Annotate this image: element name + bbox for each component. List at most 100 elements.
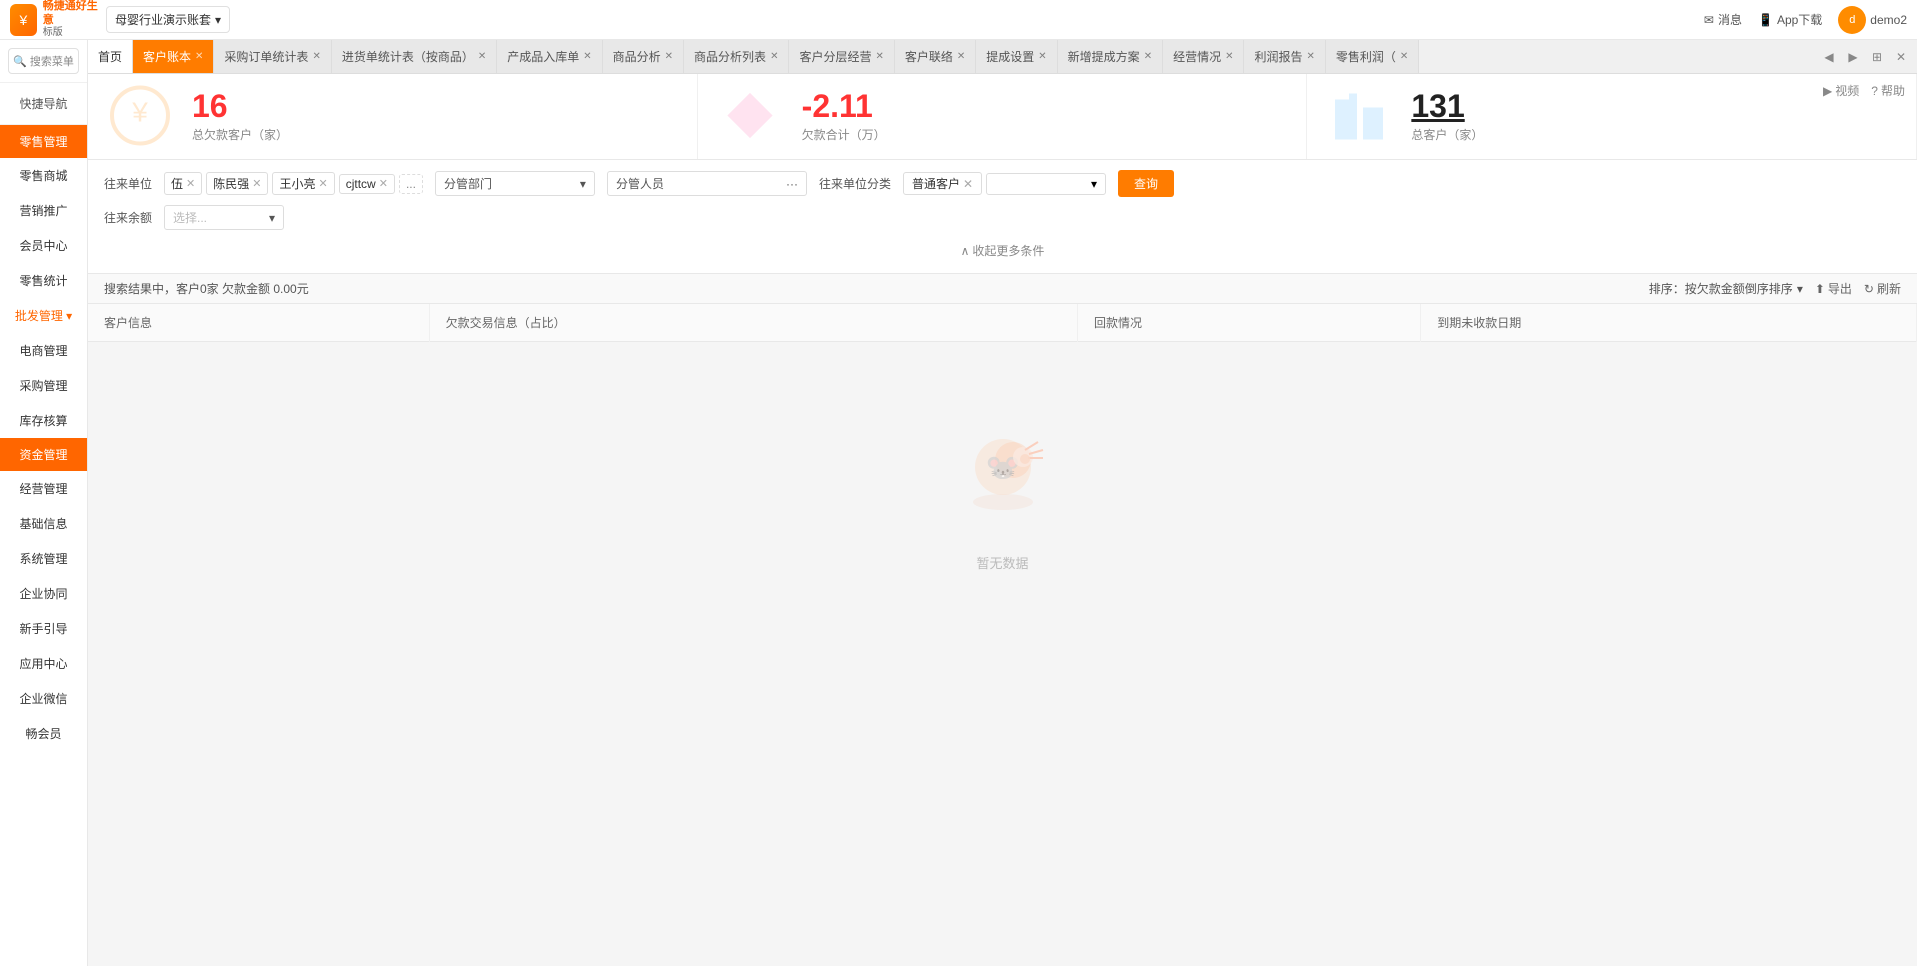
sidebar-item-label: 零售商城 [19,169,67,183]
tab-home-label: 首页 [98,48,122,65]
tab-close-icon[interactable]: ✕ [1038,51,1046,62]
tag-remove-icon[interactable]: ✕ [186,177,195,190]
sidebar-item-label: 企业微信 [19,692,67,706]
search-button[interactable]: 查询 [1118,170,1174,197]
sidebar-item-retail[interactable]: 零售管理 [0,125,87,158]
tab-receivable[interactable]: 客户账本 ✕ [133,40,214,73]
tab-home[interactable]: 首页 [88,40,133,73]
sort-selector[interactable]: 排序：按欠款金额倒序排序 ▾ [1649,280,1803,297]
sidebar-item-operation[interactable]: 经营管理 [4,472,83,505]
download-icon: 📱 [1758,13,1773,27]
tab-cost-in[interactable]: 产成品入库单 ✕ [497,40,602,73]
tab-push-settings[interactable]: 提成设置 ✕ [976,40,1057,73]
collapse-button[interactable]: ∧ 收起更多条件 [953,238,1053,263]
classify-tag-remove-icon[interactable]: ✕ [963,177,973,191]
sidebar-item-basic-info[interactable]: 基础信息 [4,507,83,540]
tab-label: 客户联络 [905,48,953,65]
stat-label-total: 总客户（家） [1411,126,1483,143]
tab-purchase-order[interactable]: 采购订单统计表 ✕ [214,40,331,73]
export-icon: ⬆ [1815,282,1825,296]
top-header: ¥ 畅捷通好生意 标版 母婴行业演示账套 ▾ ✉ 消息 📱 App下载 d de… [0,0,1917,40]
sidebar-item-retail-mall[interactable]: 零售商城 [4,159,83,192]
tab-close-icon[interactable]: ✕ [665,51,673,62]
tab-close-icon[interactable]: ✕ [1144,51,1152,62]
tab-customer-tier[interactable]: 客户分层经营 ✕ [789,40,894,73]
tab-label: 商品分析列表 [694,48,766,65]
tab-retail-profit[interactable]: 零售利润（ ✕ [1326,40,1419,73]
balance-filter-select[interactable]: 选择... ▾ [164,205,284,230]
tab-product-analysis-list[interactable]: 商品分析列表 ✕ [684,40,789,73]
sidebar-item-quick-nav[interactable]: 快捷导航 [0,89,87,118]
tab-close-icon[interactable]: ✕ [875,51,883,62]
tab-next-button[interactable]: ▶ [1843,47,1863,67]
user-menu[interactable]: d demo2 [1838,6,1907,34]
sidebar-item-system[interactable]: 系统管理 [4,542,83,575]
tab-new-push[interactable]: 新增提成方案 ✕ [1058,40,1163,73]
sidebar-item-marketing[interactable]: 营销推广 [4,194,83,227]
refresh-button[interactable]: ↻ 刷新 [1864,280,1901,297]
unit-tag-chen: 陈民强 ✕ [206,172,268,195]
balance-filter-label: 往来余额 [104,209,152,226]
tab-close-icon[interactable]: ✕ [1225,51,1233,62]
logo-area: ¥ 畅捷通好生意 标版 [10,0,98,38]
tab-close-icon[interactable]: ✕ [957,51,965,62]
sidebar-item-member[interactable]: 会员中心 [4,229,83,262]
sidebar-item-vip-member[interactable]: 畅会员 [4,717,83,750]
tab-prev-button[interactable]: ◀ [1819,47,1839,67]
tab-customer-contact[interactable]: 客户联络 ✕ [895,40,976,73]
stat-value-amount: -2.11 [802,90,886,122]
tab-close-all-button[interactable]: ✕ [1891,47,1911,67]
workspace-selector[interactable]: 母婴行业演示账套 ▾ [106,6,230,33]
sidebar-item-enterprise-coop[interactable]: 企业协同 [4,577,83,610]
tab-close-icon[interactable]: ✕ [1400,51,1408,62]
app-download-button[interactable]: 📱 App下载 [1758,11,1822,28]
classify-tag-text: 普通客户 [912,175,960,192]
sidebar-item-enterprise-wechat[interactable]: 企业微信 [4,682,83,715]
data-table: 客户信息 欠款交易信息（占比） 回款情况 到期未收款日期 [88,304,1917,342]
tab-product-analysis[interactable]: 商品分析 ✕ [603,40,684,73]
tab-close-icon[interactable]: ✕ [195,51,203,62]
person-label: 分管人员 [616,175,664,192]
help-button[interactable]: ? 帮助 [1871,82,1905,99]
unit-tag-more[interactable]: ... [399,174,423,194]
tag-remove-icon[interactable]: ✕ [379,177,388,190]
empty-state: 🐭 暂无数据 [88,342,1917,652]
sidebar-item-app-center[interactable]: 应用中心 [4,647,83,680]
svg-text:¥: ¥ [131,96,148,127]
sidebar-item-finance[interactable]: 资金管理 [0,438,87,471]
tab-label: 零售利润（ [1336,48,1396,65]
sidebar-item-purchase[interactable]: 采购管理 [4,369,83,402]
sidebar-item-ecommerce[interactable]: 电商管理 [4,334,83,367]
tab-stock-stat[interactable]: 进货单统计表（按商品） ✕ [332,40,497,73]
tab-close-icon[interactable]: ✕ [583,51,591,62]
classify-select[interactable]: ▾ [986,173,1106,195]
sidebar-item-wholesale[interactable]: 批发管理 ▾ [4,299,83,332]
chevron-down-icon: ▾ [269,211,275,225]
tag-remove-icon[interactable]: ✕ [319,177,328,190]
dept-filter-select[interactable]: 分管部门 ▾ [435,171,595,196]
col-customer-info: 客户信息 [88,304,429,342]
help-label: 帮助 [1881,82,1905,99]
collapse-label: 收起更多条件 [972,242,1044,259]
tab-close-icon[interactable]: ✕ [1307,51,1315,62]
tab-profit-report[interactable]: 利润报告 ✕ [1244,40,1325,73]
tab-label: 进货单统计表（按商品） [342,48,474,65]
person-filter-input[interactable]: 分管人员 ··· [607,171,807,196]
tab-close-icon[interactable]: ✕ [312,51,320,62]
message-button[interactable]: ✉ 消息 [1704,11,1742,28]
app-download-label: App下载 [1777,11,1822,28]
search-menu-button[interactable]: 🔍 搜索菜单 [8,48,79,74]
tab-operation-status[interactable]: 经营情况 ✕ [1163,40,1244,73]
sidebar-item-new-guide[interactable]: 新手引导 [4,612,83,645]
tab-close-icon[interactable]: ✕ [478,51,486,62]
sidebar-item-stock-check[interactable]: 库存核算 [4,404,83,437]
export-button[interactable]: ⬆ 导出 [1815,280,1852,297]
video-help-button[interactable]: ▶ 视频 [1823,82,1859,99]
tab-close-icon[interactable]: ✕ [770,51,778,62]
tag-remove-icon[interactable]: ✕ [252,177,261,190]
sidebar-item-retail-stat[interactable]: 零售统计 [4,264,83,297]
stat-icon-yuan: ¥ [108,83,172,150]
results-info: 搜索结果中，客户0家 欠款金额 0.00元 [104,280,309,297]
tab-expand-button[interactable]: ⊞ [1867,47,1887,67]
table-header-row: 客户信息 欠款交易信息（占比） 回款情况 到期未收款日期 [88,304,1917,342]
